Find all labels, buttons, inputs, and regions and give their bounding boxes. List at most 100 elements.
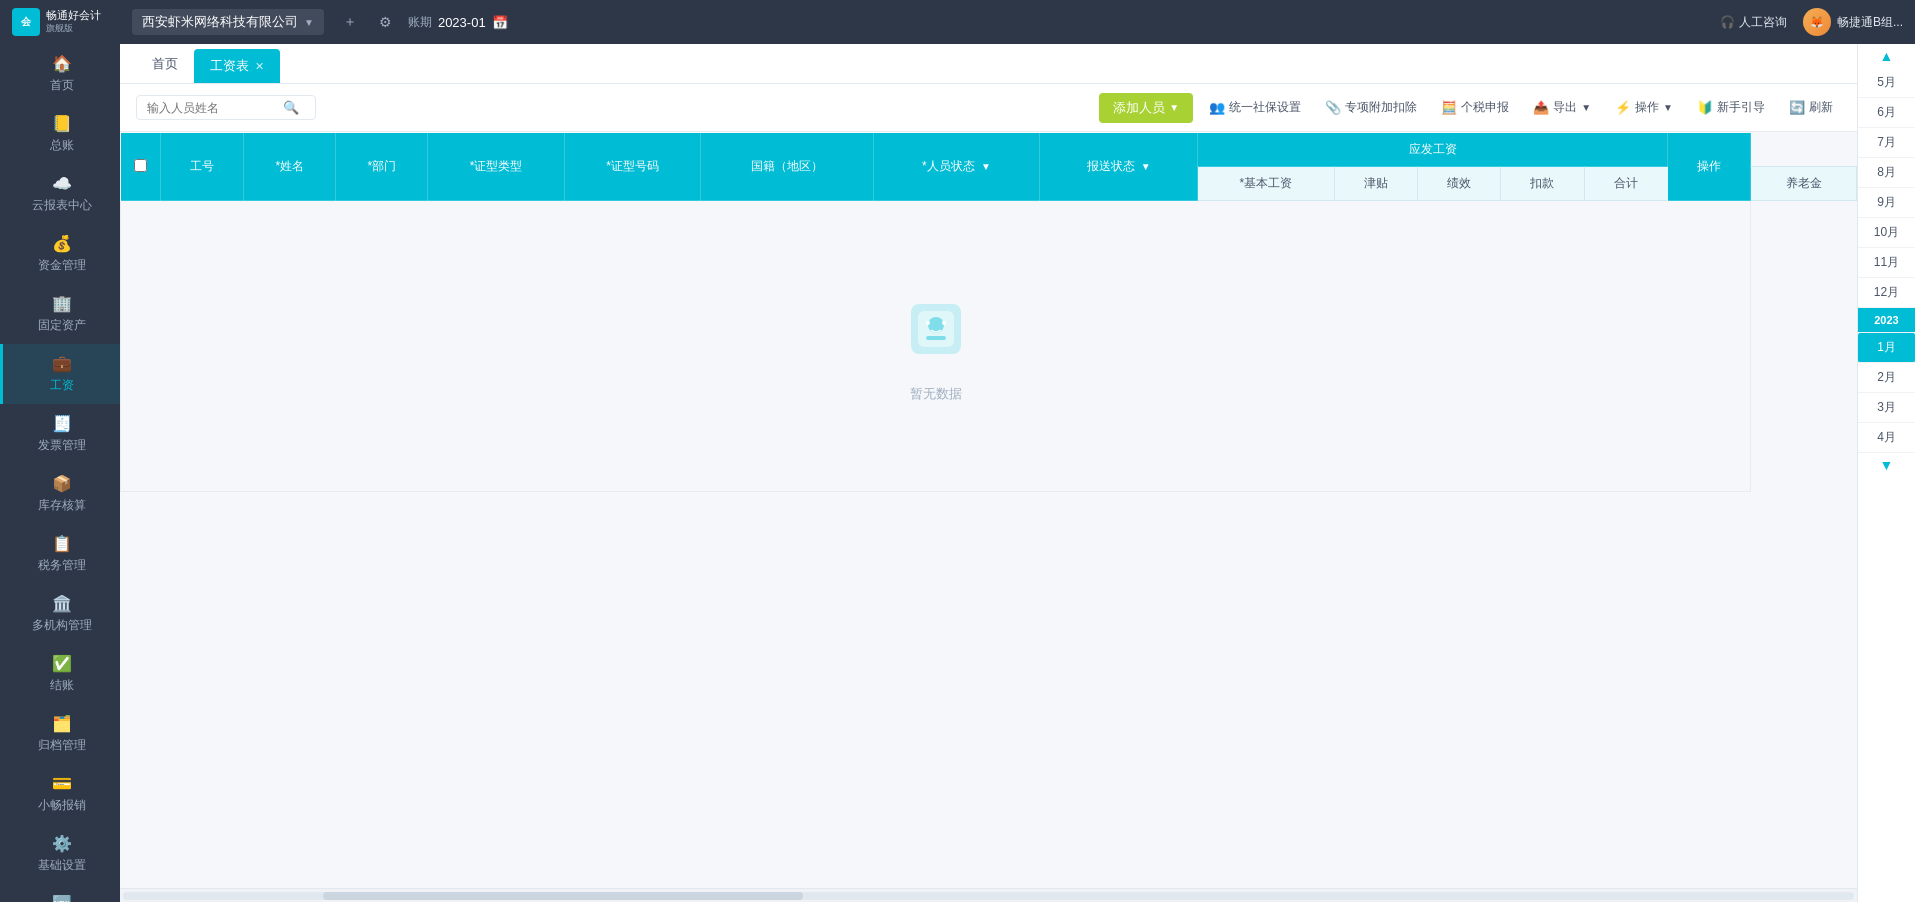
- tax-icon: 📋: [52, 534, 72, 553]
- company-chevron-icon: ▼: [304, 17, 314, 28]
- sidebar-label-tax: 税务管理: [38, 557, 86, 574]
- table-checkbox-header[interactable]: [121, 133, 161, 201]
- logo-text-area: 畅通好会计 旗舰版: [46, 9, 101, 35]
- date-month-2023-3月[interactable]: 3月: [1858, 393, 1915, 423]
- date-month-2023-4月[interactable]: 4月: [1858, 423, 1915, 453]
- empty-state-row: 暂无数据: [121, 201, 1857, 492]
- multi-icon: 🏛️: [52, 594, 72, 613]
- support-button[interactable]: 🎧 人工咨询: [1720, 14, 1787, 31]
- date-month-prev-9月[interactable]: 9月: [1858, 188, 1915, 218]
- support-icon: 🎧: [1720, 15, 1735, 29]
- sidebar-item-settings[interactable]: ⚙️ 基础设置: [0, 824, 120, 884]
- tab-salary[interactable]: 工资表✕: [194, 49, 280, 83]
- tab-label-home: 首页: [152, 56, 178, 71]
- th-personnel-status[interactable]: *人员状态 ▼: [873, 133, 1040, 201]
- operate-chevron-icon: ▼: [1663, 102, 1673, 113]
- deduction-button[interactable]: 📎 专项附加扣除: [1317, 95, 1425, 120]
- search-input[interactable]: [147, 101, 277, 115]
- social-label: 统一社保设置: [1229, 99, 1301, 116]
- sidebar-item-archive[interactable]: 🗂️ 归档管理: [0, 704, 120, 764]
- tax-report-button[interactable]: 🧮 个税申报: [1433, 95, 1517, 120]
- report-filter-icon: ▼: [1141, 161, 1151, 172]
- date-month-prev-10月[interactable]: 10月: [1858, 218, 1915, 248]
- sidebar-item-guide[interactable]: 🆕 新手引导: [0, 884, 120, 902]
- calendar-icon[interactable]: 📅: [492, 15, 508, 30]
- date-month-prev-12月[interactable]: 12月: [1858, 278, 1915, 308]
- add-person-label: 添加人员: [1113, 99, 1165, 117]
- date-panel-up-arrow[interactable]: ▲: [1858, 44, 1915, 68]
- ledger-icon: 📒: [52, 114, 72, 133]
- sidebar-item-expense[interactable]: 💳 小畅报销: [0, 764, 120, 824]
- company-selector[interactable]: 西安虾米网络科技有限公司 ▼: [132, 9, 324, 35]
- salary-table: 工号 *姓名 *部门 *证型类型 *证型号码 国籍（地区） *人员状态 ▼ 报送…: [120, 132, 1857, 492]
- export-chevron-icon: ▼: [1581, 102, 1591, 113]
- user-area[interactable]: 🦊 畅捷通B组...: [1803, 8, 1903, 36]
- search-box[interactable]: 🔍: [136, 95, 316, 120]
- sidebar-item-salary[interactable]: 💼 工资: [0, 344, 120, 404]
- asset-icon: 🏢: [52, 294, 72, 313]
- date-month-prev-8月[interactable]: 8月: [1858, 158, 1915, 188]
- sidebar-item-fund[interactable]: 💰 资金管理: [0, 224, 120, 284]
- social-setting-button[interactable]: 👥 统一社保设置: [1201, 95, 1309, 120]
- toolbar: 🔍 添加人员 ▼ 👥 统一社保设置 📎 专项附加扣除 🧮 个税申报: [120, 84, 1857, 132]
- sidebar-item-multi[interactable]: 🏛️ 多机构管理: [0, 584, 120, 644]
- app-name: 畅通好会计: [46, 9, 101, 22]
- date-month-2023-2月[interactable]: 2月: [1858, 363, 1915, 393]
- date-month-prev-11月[interactable]: 11月: [1858, 248, 1915, 278]
- refresh-label: 刷新: [1809, 99, 1833, 116]
- company-name: 西安虾米网络科技有限公司: [142, 13, 298, 31]
- sidebar-item-home[interactable]: 🏠 首页: [0, 44, 120, 104]
- scroll-track[interactable]: [123, 892, 1854, 900]
- sidebar-label-multi: 多机构管理: [32, 617, 92, 634]
- settings-icon[interactable]: ⚙: [372, 8, 400, 36]
- sidebar-label-settings: 基础设置: [38, 857, 86, 874]
- expense-icon: 💳: [52, 774, 72, 793]
- sidebar-item-settle[interactable]: ✅ 结账: [0, 644, 120, 704]
- date-month-prev-7月[interactable]: 7月: [1858, 128, 1915, 158]
- sidebar-item-ledger[interactable]: 📒 总账: [0, 104, 120, 164]
- sidebar-label-asset: 固定资产: [38, 317, 86, 334]
- sidebar-label-salary: 工资: [50, 377, 74, 394]
- sidebar-label-ledger: 总账: [50, 137, 74, 154]
- date-month-2023-1月[interactable]: 1月: [1858, 333, 1915, 363]
- sidebar-item-asset[interactable]: 🏢 固定资产: [0, 284, 120, 344]
- empty-state: 暂无数据: [131, 209, 1740, 483]
- sidebar-item-tax[interactable]: 📋 税务管理: [0, 524, 120, 584]
- date-month-prev-6月[interactable]: 6月: [1858, 98, 1915, 128]
- user-label: 畅捷通B组...: [1837, 14, 1903, 31]
- svg-rect-3: [926, 336, 946, 340]
- archive-icon: 🗂️: [52, 714, 72, 733]
- date-month-prev-5月[interactable]: 5月: [1858, 68, 1915, 98]
- scroll-thumb[interactable]: [323, 892, 803, 900]
- sidebar-item-cloud[interactable]: ☁️ 云报表中心: [0, 164, 120, 224]
- add-company-button[interactable]: ＋: [336, 8, 364, 36]
- export-button[interactable]: 📤 导出 ▼: [1525, 95, 1599, 120]
- table-container: 工号 *姓名 *部门 *证型类型 *证型号码 国籍（地区） *人员状态 ▼ 报送…: [120, 132, 1857, 888]
- th-base-salary: *基本工资: [1198, 167, 1334, 201]
- refresh-button[interactable]: 🔄 刷新: [1781, 95, 1841, 120]
- add-person-button[interactable]: 添加人员 ▼: [1099, 93, 1193, 123]
- th-employee-id: 工号: [161, 133, 244, 201]
- sidebar-label-invoice: 发票管理: [38, 437, 86, 454]
- th-name: *姓名: [244, 133, 336, 201]
- support-label: 人工咨询: [1739, 14, 1787, 31]
- operate-button[interactable]: ⚡ 操作 ▼: [1607, 95, 1681, 120]
- new-guide-button[interactable]: 🔰 新手引导: [1689, 95, 1773, 120]
- tab-home[interactable]: 首页: [136, 47, 194, 83]
- sidebar-item-invoice[interactable]: 🧾 发票管理: [0, 404, 120, 464]
- tab-close-salary[interactable]: ✕: [255, 60, 264, 72]
- horizontal-scrollbar[interactable]: [120, 888, 1857, 902]
- invoice-icon: 🧾: [52, 414, 72, 433]
- date-panel-down-arrow[interactable]: ▼: [1858, 453, 1915, 477]
- sidebar: 🏠 首页📒 总账☁️ 云报表中心💰 资金管理🏢 固定资产💼 工资🧾 发票管理📦: [0, 44, 120, 902]
- empty-text: 暂无数据: [910, 385, 962, 403]
- svg-point-2: [928, 317, 944, 333]
- sidebar-item-inventory[interactable]: 📦 库存核算: [0, 464, 120, 524]
- th-report-status[interactable]: 报送状态 ▼: [1040, 133, 1198, 201]
- select-all-checkbox[interactable]: [134, 159, 147, 172]
- export-icon: 📤: [1533, 100, 1549, 115]
- th-department: *部门: [336, 133, 428, 201]
- th-deduction: 扣款: [1501, 167, 1584, 201]
- svg-point-4: [926, 321, 930, 325]
- social-icon: 👥: [1209, 100, 1225, 115]
